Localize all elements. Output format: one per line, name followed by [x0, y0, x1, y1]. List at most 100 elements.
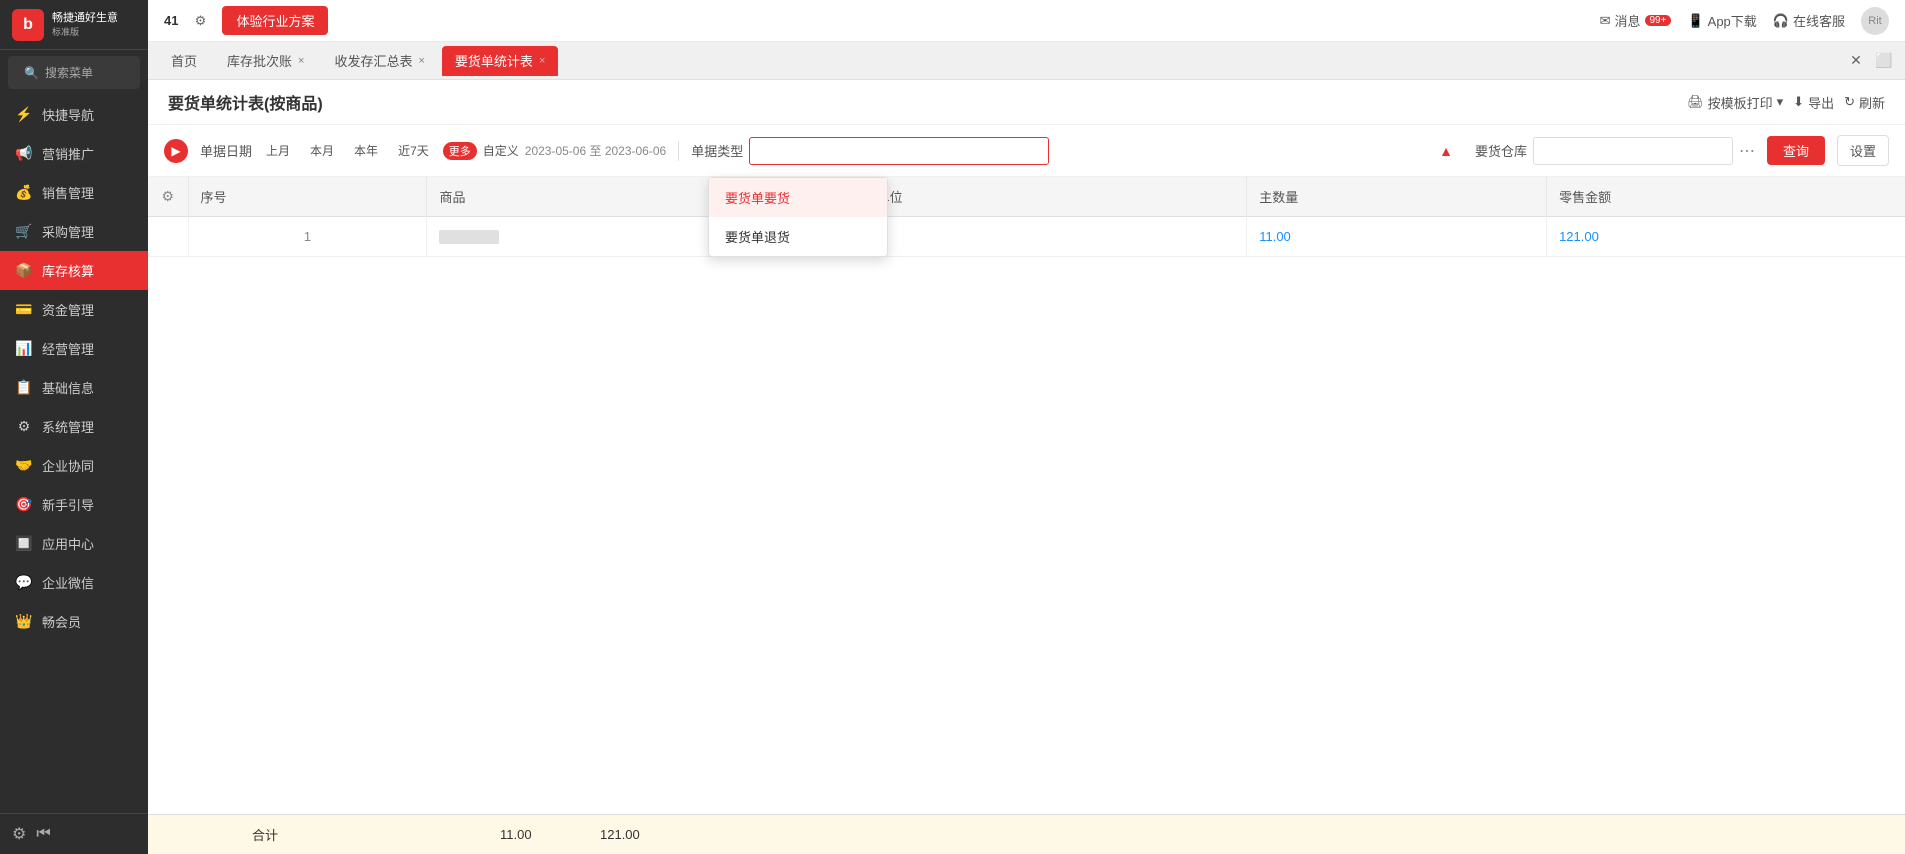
main-area: 41 ⚙ 体验行业方案 ✉ 消息 99+ 📱 App下载 🎧 在线客服 Rit [148, 0, 1905, 854]
page-header: 要货单统计表(按商品) 🖨 按模板打印 ▾ ⬇ 导出 ↻ 刷新 [148, 80, 1905, 125]
type-dropdown: 要货单要货 要货单退货 [708, 177, 888, 257]
sidebar-settings-icon[interactable]: ⚙ [12, 824, 26, 844]
sidebar-search[interactable]: 🔍 搜索菜单 [8, 56, 140, 89]
col-settings-icon[interactable]: ⚙ [161, 188, 174, 204]
dropdown-item-order-return[interactable]: 要货单退货 [709, 217, 887, 256]
date-btn-7days[interactable]: 近7天 [390, 139, 437, 162]
header-left: 41 ⚙ 体验行业方案 [164, 6, 328, 35]
basic-icon: 📋 [14, 379, 34, 396]
col-unit: 主计量单位 [825, 177, 1247, 217]
filter-bar: ▶ 单据日期 上月 本月 本年 近7天 更多 自定义 2023-05-06 至 … [148, 125, 1905, 177]
data-table: ⚙ 序号 商品 主计量单位 主数量 零售金额 1 [148, 177, 1905, 257]
guide-icon: 🎯 [14, 496, 34, 513]
export-icon: ⬇ [1793, 94, 1804, 110]
sidebar-item-basic[interactable]: 📋 基础信息 [0, 368, 148, 407]
tab-inventory-batch[interactable]: 库存批次账 × [214, 46, 317, 76]
search-btn[interactable]: 查询 [1767, 136, 1825, 165]
finance-icon: 💳 [14, 301, 34, 318]
tab-close-receive-summary[interactable]: × [418, 55, 424, 67]
dropdown-item-order-goods[interactable]: 要货单要货 [709, 178, 887, 217]
content-area: 要货单统计表(按商品) 🖨 按模板打印 ▾ ⬇ 导出 ↻ 刷新 ▶ [148, 80, 1905, 854]
download-icon: 📱 [1687, 13, 1703, 29]
warehouse-filter-input[interactable] [1533, 137, 1733, 165]
print-chevron-icon: ▾ [1777, 94, 1784, 110]
tab-receive-summary[interactable]: 收发存汇总表 × [321, 46, 437, 76]
user-avatar[interactable]: Rit [1861, 7, 1889, 35]
tab-window-btns: ✕ ⬜ [1845, 50, 1895, 72]
tab-close-inventory-batch[interactable]: × [298, 55, 304, 67]
table-container: ⚙ 序号 商品 主计量单位 主数量 零售金额 1 [148, 177, 1905, 814]
row-quantity-link[interactable]: 11.00 [1259, 229, 1291, 244]
type-filter-input[interactable] [749, 137, 1049, 165]
sidebar-collapse-icon[interactable]: ⏮ [36, 825, 50, 843]
sidebar-bottom: ⚙ ⏮ [0, 813, 148, 854]
search-icon: 🔍 [24, 66, 39, 80]
sidebar-item-enterprise[interactable]: 🤝 企业协同 [0, 446, 148, 485]
sidebar-item-purchase[interactable]: 🛒 采购管理 [0, 212, 148, 251]
tab-close-order-stats[interactable]: × [539, 55, 545, 67]
row-amount-link[interactable]: 121.00 [1559, 229, 1599, 244]
date-btn-this-year[interactable]: 本年 [346, 139, 386, 162]
row-quantity: 11.00 [1247, 217, 1547, 257]
type-filter-group: 单据类型 ▲ 要货仓库 ⋯ [691, 137, 1755, 165]
tab-home[interactable]: 首页 [158, 46, 210, 76]
table-header: ⚙ 序号 商品 主计量单位 主数量 零售金额 [148, 177, 1905, 217]
sales-icon: 💰 [14, 184, 34, 201]
warehouse-filter-label: 要货仓库 [1475, 141, 1527, 160]
export-btn[interactable]: ⬇ 导出 [1793, 93, 1834, 112]
enterprise-icon: 🤝 [14, 457, 34, 474]
col-num: 序号 [188, 177, 427, 217]
date-range-display: 2023-05-06 至 2023-06-06 [525, 142, 666, 159]
tab-close-all-btn[interactable]: ✕ [1845, 50, 1867, 72]
service-btn[interactable]: 🎧 在线客服 [1773, 11, 1845, 30]
filter-more-icon[interactable]: ⋯ [1739, 141, 1755, 161]
col-settings: ⚙ [148, 177, 188, 217]
marketing-icon: 📢 [14, 145, 34, 162]
tab-order-stats[interactable]: 要货单统计表 × [442, 46, 558, 76]
tab-maximize-btn[interactable]: ⬜ [1873, 50, 1895, 72]
filter-settings-btn[interactable]: 设置 [1837, 135, 1889, 166]
sidebar-item-operations[interactable]: 📊 经营管理 [0, 329, 148, 368]
member-icon: 👑 [14, 613, 34, 630]
footer-total-amount: 121.00 [600, 827, 700, 842]
trial-btn[interactable]: 体验行业方案 [222, 6, 328, 35]
refresh-btn[interactable]: ↻ 刷新 [1844, 93, 1885, 112]
type-dropdown-up-icon[interactable]: ▲ [1439, 143, 1453, 159]
row-amount: 121.00 [1547, 217, 1905, 257]
date-btn-last-month[interactable]: 上月 [258, 139, 298, 162]
filter-expand-btn[interactable]: ▶ [164, 139, 188, 163]
tabs-bar: 首页 库存批次账 × 收发存汇总表 × 要货单统计表 × ✕ ⬜ [148, 42, 1905, 80]
type-input-wrapper: ▲ [749, 137, 1459, 165]
message-btn[interactable]: ✉ 消息 99+ [1600, 11, 1672, 30]
header-settings-btn[interactable]: ⚙ [188, 9, 212, 33]
page-actions: 🖨 按模板打印 ▾ ⬇ 导出 ↻ 刷新 [1687, 93, 1885, 112]
print-btn[interactable]: 🖨 按模板打印 ▾ [1687, 93, 1783, 112]
refresh-icon: ↻ [1844, 94, 1855, 110]
message-icon: ✉ [1600, 13, 1611, 29]
date-custom-btn[interactable]: 自定义 [483, 142, 519, 159]
sidebar-item-finance[interactable]: 💳 资金管理 [0, 290, 148, 329]
inventory-icon: 📦 [14, 262, 34, 279]
sidebar-item-sales[interactable]: 💰 销售管理 [0, 173, 148, 212]
sidebar-item-marketing[interactable]: 📢 营销推广 [0, 134, 148, 173]
row-settings [148, 217, 188, 257]
col-amount: 零售金额 [1547, 177, 1905, 217]
col-quantity: 主数量 [1247, 177, 1547, 217]
sidebar-item-member[interactable]: 👑 畅会员 [0, 602, 148, 641]
sidebar-item-system[interactable]: ⚙ 系统管理 [0, 407, 148, 446]
date-btn-this-month[interactable]: 本月 [302, 139, 342, 162]
filter-divider [678, 141, 679, 161]
top-header: 41 ⚙ 体验行业方案 ✉ 消息 99+ 📱 App下载 🎧 在线客服 Rit [148, 0, 1905, 42]
row-unit: 块 [825, 217, 1247, 257]
download-btn[interactable]: 📱 App下载 [1687, 11, 1756, 30]
sidebar-item-guide[interactable]: 🎯 新手引导 [0, 485, 148, 524]
logo-icon: b [12, 9, 44, 41]
tab-count-label: 41 [164, 13, 178, 28]
sidebar-item-inventory[interactable]: 📦 库存核算 [0, 251, 148, 290]
footer-total-label: 合计 [240, 825, 500, 844]
sidebar-item-quick-nav[interactable]: ⚡ 快捷导航 [0, 95, 148, 134]
sidebar-item-wechat[interactable]: 💬 企业微信 [0, 563, 148, 602]
sidebar-item-apps[interactable]: 🔲 应用中心 [0, 524, 148, 563]
date-more-badge[interactable]: 更多 [443, 142, 477, 160]
wechat-icon: 💬 [14, 574, 34, 591]
